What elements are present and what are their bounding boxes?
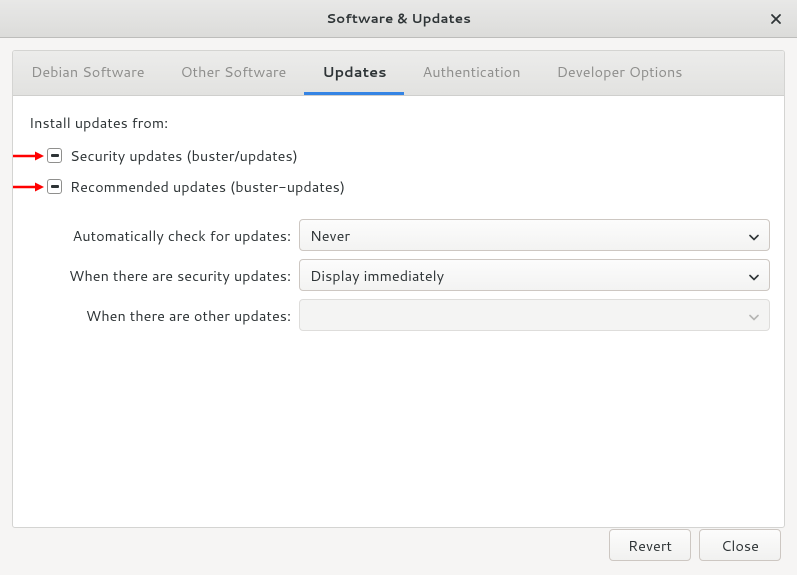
tab-bar: Debian Software Other Software Updates A…	[13, 51, 784, 96]
auto-check-label: Automatically check for updates:	[27, 225, 299, 246]
panel: Debian Software Other Software Updates A…	[12, 50, 785, 528]
other-updates-setting-label: When there are other updates:	[27, 305, 299, 326]
chevron-down-icon	[749, 225, 759, 246]
install-updates-from-label: Install updates from:	[29, 112, 770, 133]
close-icon[interactable]	[767, 10, 785, 28]
tab-developer-options[interactable]: Developer Options	[539, 51, 701, 95]
security-updates-setting-label: When there are security updates:	[27, 265, 299, 286]
footer-buttons: Revert Close	[609, 529, 781, 561]
recommended-updates-label: Recommended updates (buster-updates)	[70, 176, 345, 197]
recommended-updates-checkbox[interactable]	[47, 179, 62, 194]
chevron-down-icon	[749, 265, 759, 286]
tab-updates[interactable]: Updates	[304, 51, 404, 95]
security-updates-label: Security updates (buster/updates)	[70, 145, 298, 166]
tab-debian-software[interactable]: Debian Software	[13, 51, 163, 95]
tab-authentication[interactable]: Authentication	[404, 51, 538, 95]
auto-check-dropdown[interactable]: Never	[299, 219, 770, 251]
revert-button[interactable]: Revert	[609, 529, 691, 561]
other-updates-setting-row: When there are other updates:	[27, 299, 770, 331]
auto-check-row: Automatically check for updates: Never	[27, 219, 770, 251]
content: Debian Software Other Software Updates A…	[0, 38, 797, 540]
chevron-down-icon	[749, 305, 759, 326]
annotation-arrow-icon	[12, 181, 44, 193]
source-recommended-updates-row: Recommended updates (buster-updates)	[47, 176, 770, 197]
tab-other-software[interactable]: Other Software	[163, 51, 305, 95]
annotation-arrow-icon	[12, 150, 44, 162]
source-security-updates-row: Security updates (buster/updates)	[47, 145, 770, 166]
updates-tab-content: Install updates from: Security updates (…	[13, 96, 784, 355]
security-updates-dropdown[interactable]: Display immediately	[299, 259, 770, 291]
update-settings: Automatically check for updates: Never W…	[27, 219, 770, 331]
security-updates-checkbox[interactable]	[47, 148, 62, 163]
security-updates-setting-row: When there are security updates: Display…	[27, 259, 770, 291]
security-updates-value: Display immediately	[310, 265, 444, 286]
titlebar: Software & Updates	[0, 0, 797, 38]
other-updates-dropdown	[299, 299, 770, 331]
close-button[interactable]: Close	[699, 529, 781, 561]
auto-check-value: Never	[310, 225, 350, 246]
window-title: Software & Updates	[326, 9, 471, 28]
